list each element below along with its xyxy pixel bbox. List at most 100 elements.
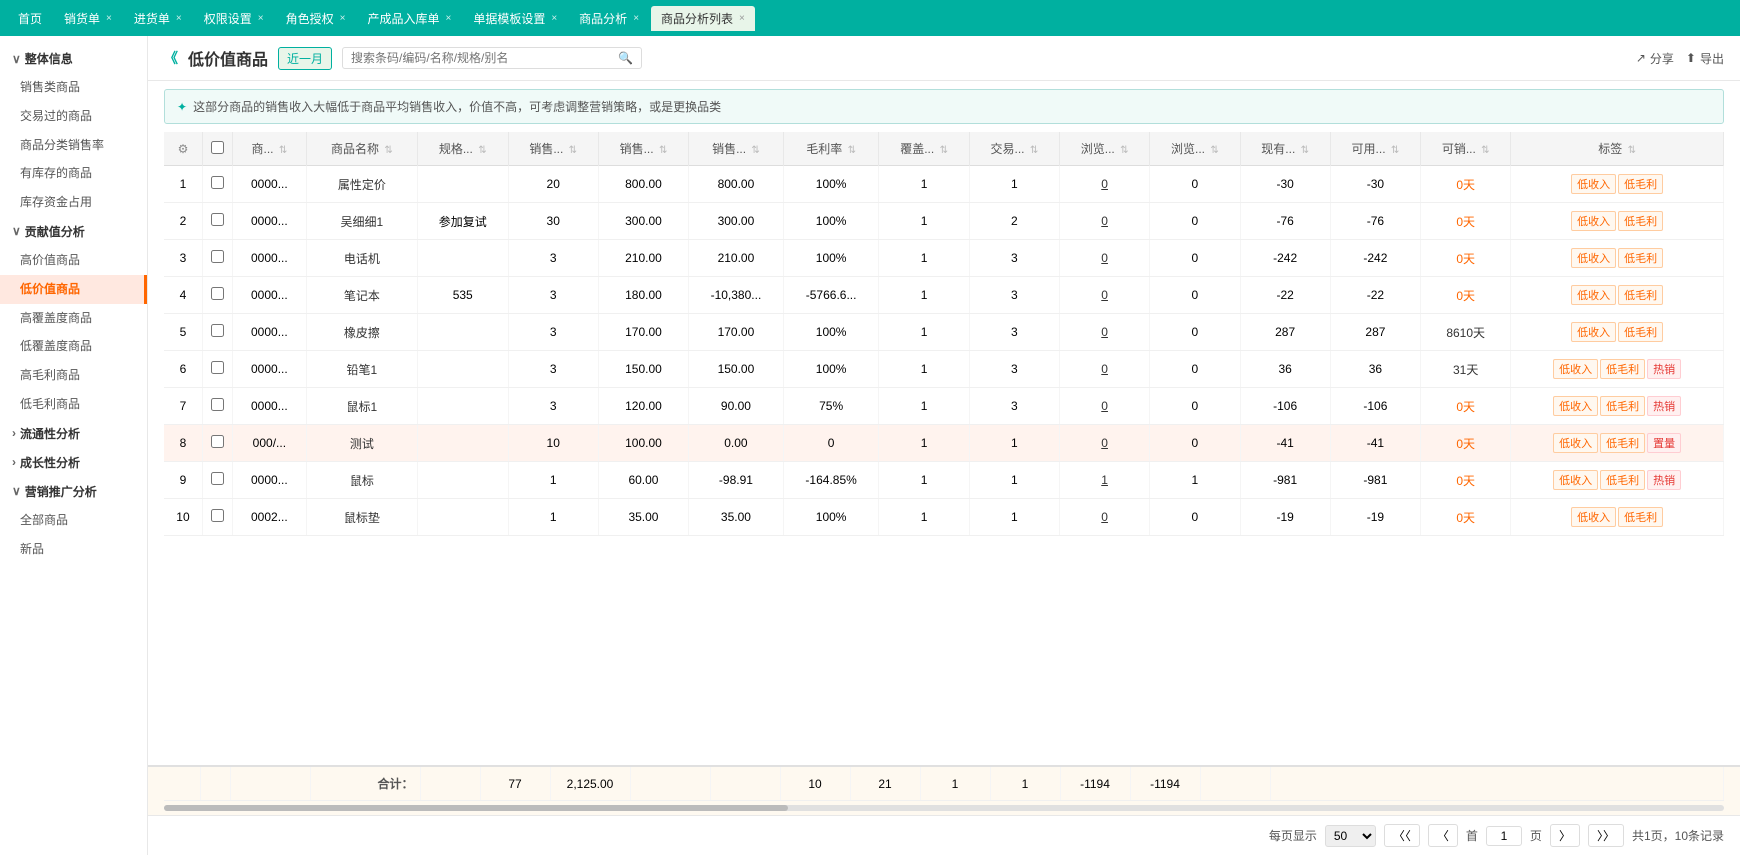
td-views1[interactable]: 0 bbox=[1059, 314, 1149, 351]
views-link[interactable]: 0 bbox=[1101, 214, 1108, 228]
page-number-input[interactable] bbox=[1486, 826, 1522, 846]
close-icon[interactable]: × bbox=[633, 13, 639, 24]
td-sales-amount: 800.00 bbox=[689, 166, 784, 203]
export-button[interactable]: ⬆ 导出 bbox=[1686, 50, 1724, 67]
row-checkbox[interactable] bbox=[211, 324, 224, 337]
nav-finished-goods[interactable]: 产成品入库单 × bbox=[357, 6, 461, 31]
td-margin: -164.85% bbox=[783, 462, 879, 499]
filter-period-button[interactable]: 近一月 bbox=[278, 47, 332, 70]
nav-role-auth[interactable]: 角色授权 × bbox=[276, 6, 356, 31]
views-link[interactable]: 0 bbox=[1101, 510, 1108, 524]
sidebar-group-contribution[interactable]: ∨ 贡献值分析 bbox=[0, 217, 147, 246]
sidebar-item-low-coverage[interactable]: 低覆盖度商品 bbox=[0, 332, 147, 361]
sidebar-item-low-value[interactable]: 低价值商品 bbox=[0, 275, 147, 304]
row-checkbox[interactable] bbox=[211, 361, 224, 374]
sidebar-item-sales-goods[interactable]: 销售类商品 bbox=[0, 73, 147, 102]
sidebar-collapse-button[interactable]: 《 bbox=[164, 48, 178, 68]
select-all-checkbox[interactable] bbox=[211, 141, 224, 154]
td-views1[interactable]: 0 bbox=[1059, 499, 1149, 536]
td-name[interactable]: 属性定价 bbox=[306, 166, 417, 203]
td-views1[interactable]: 0 bbox=[1059, 166, 1149, 203]
row-checkbox[interactable] bbox=[211, 435, 224, 448]
views-link[interactable]: 0 bbox=[1101, 436, 1108, 450]
td-views1[interactable]: 1 bbox=[1059, 462, 1149, 499]
close-icon[interactable]: × bbox=[340, 13, 346, 24]
td-name[interactable]: 吴细细1 bbox=[306, 203, 417, 240]
row-checkbox[interactable] bbox=[211, 213, 224, 226]
nav-product-analysis-list[interactable]: 商品分析列表 × bbox=[651, 6, 755, 31]
sidebar-item-high-margin[interactable]: 高毛利商品 bbox=[0, 361, 147, 390]
nav-sales-order[interactable]: 销货单 × bbox=[54, 6, 122, 31]
sidebar-group-circulation[interactable]: › 流通性分析 bbox=[0, 419, 147, 448]
td-spec bbox=[417, 388, 508, 425]
sidebar-item-high-value[interactable]: 高价值商品 bbox=[0, 246, 147, 275]
prev-page-button[interactable]: 〈 bbox=[1428, 824, 1458, 847]
share-button[interactable]: ↗ 分享 bbox=[1636, 50, 1674, 67]
sidebar-item-in-stock[interactable]: 有库存的商品 bbox=[0, 159, 147, 188]
views-link[interactable]: 0 bbox=[1101, 288, 1108, 302]
sidebar-item-category-sales-rate[interactable]: 商品分类销售率 bbox=[0, 131, 147, 160]
close-icon[interactable]: × bbox=[739, 13, 745, 24]
td-name[interactable]: 鼠标垫 bbox=[306, 499, 417, 536]
views-link[interactable]: 0 bbox=[1101, 399, 1108, 413]
next-page-button[interactable]: 〉 bbox=[1550, 824, 1580, 847]
views-link[interactable]: 0 bbox=[1101, 362, 1108, 376]
row-checkbox[interactable] bbox=[211, 509, 224, 522]
td-name[interactable]: 测试 bbox=[306, 425, 417, 462]
search-icon[interactable]: 🔍 bbox=[618, 51, 633, 65]
th-margin: 毛利率 ⇅ bbox=[783, 132, 879, 166]
td-views1[interactable]: 0 bbox=[1059, 388, 1149, 425]
last-page-button[interactable]: 〉〉 bbox=[1588, 824, 1624, 847]
per-page-select[interactable]: 50 100 200 bbox=[1325, 825, 1376, 847]
sidebar-group-overall[interactable]: ∨ 整体信息 bbox=[0, 44, 147, 73]
td-name[interactable]: 铅笔1 bbox=[306, 351, 417, 388]
td-views1[interactable]: 0 bbox=[1059, 425, 1149, 462]
close-icon[interactable]: × bbox=[551, 13, 557, 24]
td-name[interactable]: 鼠标1 bbox=[306, 388, 417, 425]
row-checkbox[interactable] bbox=[211, 472, 224, 485]
td-name[interactable]: 电话机 bbox=[306, 240, 417, 277]
th-sales-qty: 销售... ⇅ bbox=[508, 132, 598, 166]
nav-permission-settings[interactable]: 权限设置 × bbox=[194, 6, 274, 31]
sidebar-item-new-goods[interactable]: 新品 bbox=[0, 535, 147, 564]
close-icon[interactable]: × bbox=[176, 13, 182, 24]
close-icon[interactable]: × bbox=[258, 13, 264, 24]
row-checkbox[interactable] bbox=[211, 287, 224, 300]
td-sales-amount: 300.00 bbox=[689, 203, 784, 240]
nav-template-settings[interactable]: 单据模板设置 × bbox=[463, 6, 567, 31]
views-link[interactable]: 1 bbox=[1101, 473, 1108, 487]
views-link[interactable]: 0 bbox=[1101, 177, 1108, 191]
td-num: 1 bbox=[164, 166, 202, 203]
per-page-label: 每页显示 bbox=[1269, 827, 1317, 844]
sidebar-item-traded-goods[interactable]: 交易过的商品 bbox=[0, 102, 147, 131]
td-views1[interactable]: 0 bbox=[1059, 240, 1149, 277]
sidebar-item-high-coverage[interactable]: 高覆盖度商品 bbox=[0, 304, 147, 333]
sidebar-item-all-goods[interactable]: 全部商品 bbox=[0, 506, 147, 535]
row-checkbox[interactable] bbox=[211, 176, 224, 189]
th-settings[interactable]: ⚙ bbox=[164, 132, 202, 166]
td-sales-qty: 20 bbox=[508, 166, 598, 203]
td-views1[interactable]: 0 bbox=[1059, 203, 1149, 240]
td-name[interactable]: 鼠标 bbox=[306, 462, 417, 499]
sidebar-item-stock-capital[interactable]: 库存资金占用 bbox=[0, 188, 147, 217]
close-icon[interactable]: × bbox=[106, 13, 112, 24]
row-checkbox[interactable] bbox=[211, 398, 224, 411]
sidebar-item-low-margin[interactable]: 低毛利商品 bbox=[0, 390, 147, 419]
search-input[interactable] bbox=[351, 51, 614, 65]
td-name[interactable]: 橡皮擦 bbox=[306, 314, 417, 351]
td-views1[interactable]: 0 bbox=[1059, 351, 1149, 388]
views-link[interactable]: 0 bbox=[1101, 251, 1108, 265]
sidebar-group-growth[interactable]: › 成长性分析 bbox=[0, 448, 147, 477]
first-page-button[interactable]: 〈〈 bbox=[1384, 824, 1420, 847]
td-name[interactable]: 笔记本 bbox=[306, 277, 417, 314]
product-tag: 低收入 bbox=[1571, 174, 1616, 194]
nav-purchase-order[interactable]: 进货单 × bbox=[124, 6, 192, 31]
sidebar-group-marketing[interactable]: ∨ 营销推广分析 bbox=[0, 477, 147, 506]
product-tag: 低毛利 bbox=[1600, 359, 1645, 379]
close-icon[interactable]: × bbox=[445, 13, 451, 24]
nav-home[interactable]: 首页 bbox=[8, 6, 52, 31]
views-link[interactable]: 0 bbox=[1101, 325, 1108, 339]
nav-product-analysis[interactable]: 商品分析 × bbox=[569, 6, 649, 31]
row-checkbox[interactable] bbox=[211, 250, 224, 263]
td-views1[interactable]: 0 bbox=[1059, 277, 1149, 314]
